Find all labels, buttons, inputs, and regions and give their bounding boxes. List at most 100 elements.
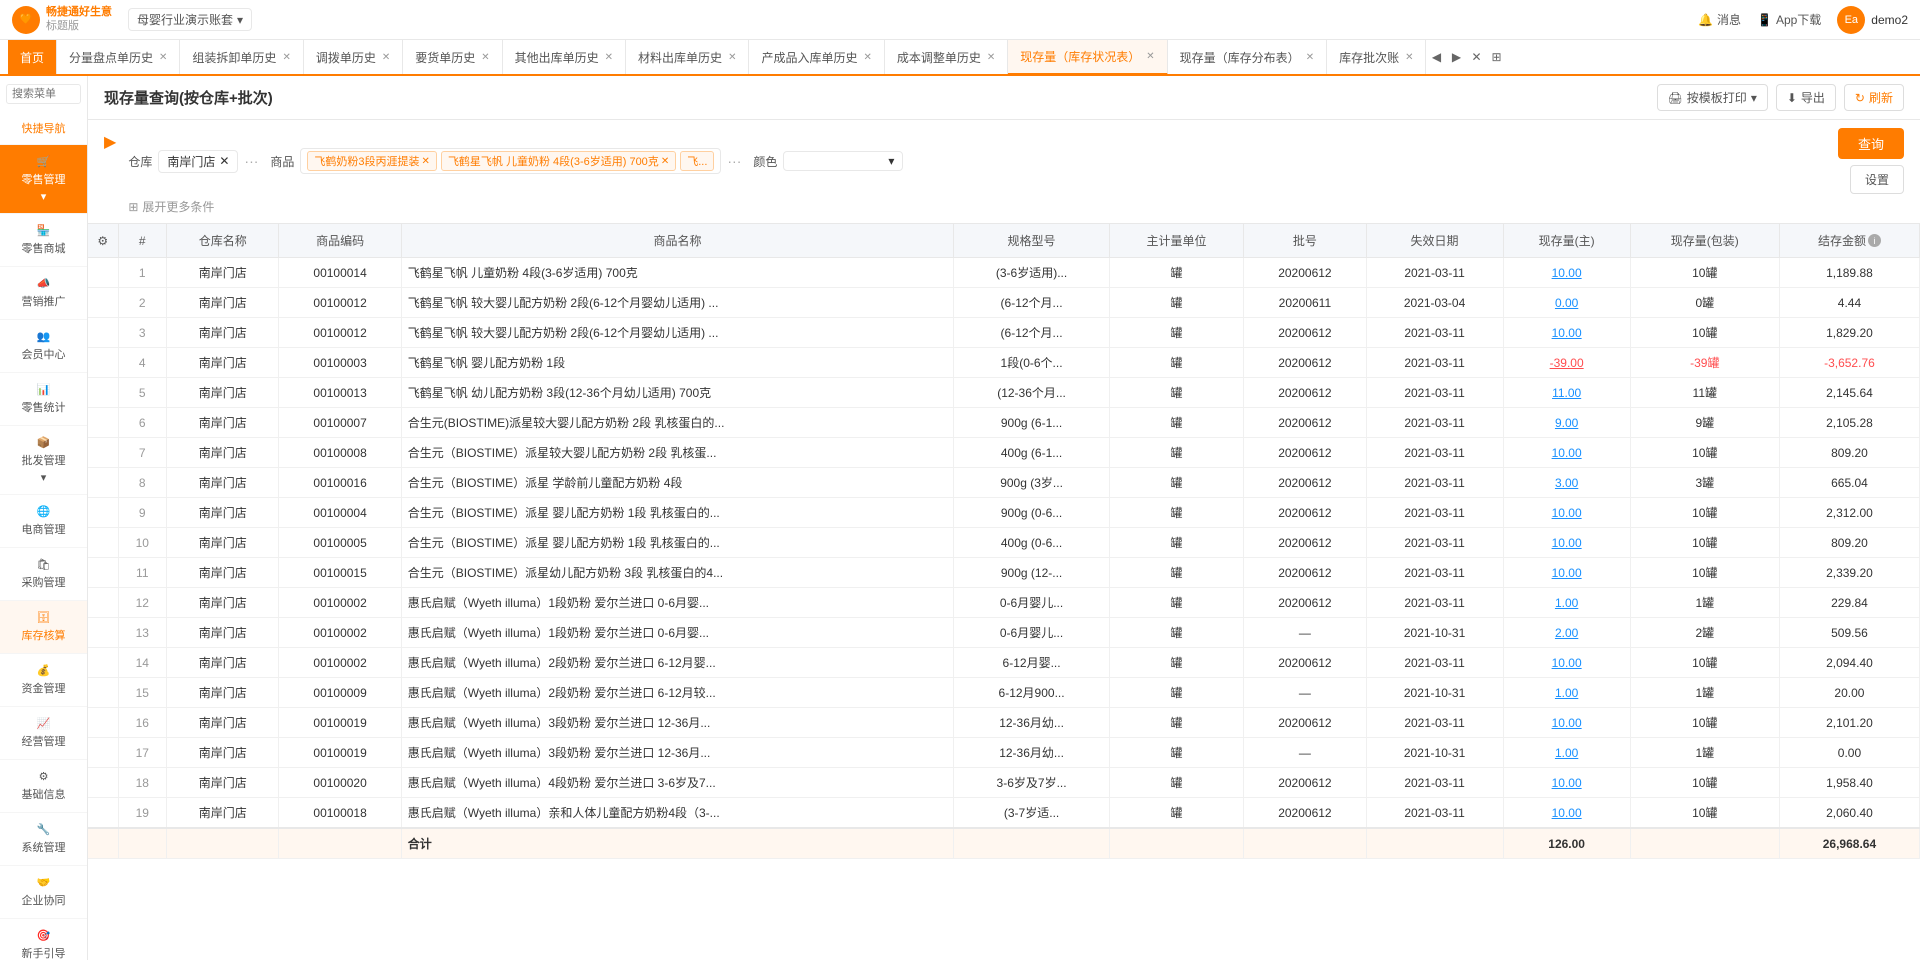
tab-6[interactable]: 材料出库单历史 ✕ — [626, 40, 749, 75]
table-row: 18 南岸门店 00100020 惠氏启赋（Wyeth illuma）4段奶粉 … — [88, 768, 1920, 798]
remove-product-tag-2[interactable]: ✕ — [661, 156, 669, 167]
expand-filter-button[interactable]: ▶ — [104, 132, 116, 152]
table-row: 12 南岸门店 00100002 惠氏启赋（Wyeth illuma）1段奶粉 … — [88, 588, 1920, 618]
member-icon: 👥 — [37, 330, 51, 343]
table-body: 1 南岸门店 00100014 飞鹤星飞帆 儿童奶粉 4段(3-6岁适用) 70… — [88, 258, 1920, 829]
finance-icon: 💰 — [37, 664, 51, 677]
chevron-icon: ▾ — [41, 190, 47, 203]
sidebar-item-member[interactable]: 👥 会员中心 — [0, 320, 87, 373]
refresh-button[interactable]: ↻ 刷新 — [1844, 84, 1904, 111]
content-area: 现存量查询(按仓库+批次) 🖨 按模板打印 ▾ ⬇ 导出 ↻ 刷新 — [88, 76, 1920, 960]
color-select[interactable]: ▾ — [783, 151, 903, 171]
product-tag-3[interactable]: 飞... — [680, 151, 714, 171]
tab-4[interactable]: 要货单历史 ✕ — [403, 40, 502, 75]
close-icon[interactable]: ✕ — [1405, 52, 1413, 63]
th-qty-pkg: 现存量(包装) — [1630, 224, 1779, 258]
user-area[interactable]: Ea demo2 — [1837, 6, 1908, 34]
filter-area: ▶ 仓库 南岸门店 ✕ ··· — [88, 120, 1920, 224]
sidebar-shortcut[interactable]: 快捷导航 — [0, 112, 87, 145]
filter-row-1: 仓库 南岸门店 ✕ ··· 商品 飞鹤奶粉 — [128, 128, 1904, 194]
sidebar-item-collab[interactable]: 🤝 企业协同 — [0, 866, 87, 919]
table-row: 11 南岸门店 00100015 合生元（BIOSTIME）派星幼儿配方奶粉 3… — [88, 558, 1920, 588]
setting-button[interactable]: 设置 — [1850, 165, 1904, 194]
top-header: 🧡 畅捷通好生意 标题版 母婴行业演示账套 ▾ 🔔 消息 📱 App下载 Ea … — [0, 0, 1920, 40]
tab-2[interactable]: 组装拆卸单历史 ✕ — [180, 40, 303, 75]
total-qty-main: 126.00 — [1503, 828, 1630, 859]
refresh-icon: ↻ — [1855, 91, 1865, 105]
sidebar-item-guide[interactable]: 🎯 新手引导 — [0, 919, 87, 960]
close-icon[interactable]: ✕ — [1306, 52, 1314, 63]
tab-8[interactable]: 成本调整单历史 ✕ — [885, 40, 1008, 75]
close-icon[interactable]: ✕ — [728, 52, 736, 63]
avatar: Ea — [1837, 6, 1865, 34]
tab-home[interactable]: 首页 — [8, 40, 57, 75]
tab-close-all[interactable]: ✕ — [1466, 40, 1486, 75]
warehouse-more-dots[interactable]: ··· — [244, 153, 258, 169]
chevron-down-icon: ▾ — [888, 154, 894, 168]
product-more-dots[interactable]: ··· — [727, 153, 741, 169]
data-table: ⚙ # 仓库名称 商品编码 商品名称 规格型号 主计量单位 批号 失效日期 现存… — [88, 224, 1920, 859]
expand-more-button[interactable]: ⊞ 展开更多条件 — [128, 194, 1904, 215]
tab-scroll-right[interactable]: ▶ — [1446, 40, 1466, 75]
industry-select[interactable]: 母婴行业演示账套 ▾ — [128, 8, 252, 31]
export-button[interactable]: ⬇ 导出 — [1776, 84, 1836, 111]
warehouse-tag[interactable]: 南岸门店 ✕ — [158, 150, 238, 173]
close-icon[interactable]: ✕ — [1146, 51, 1154, 62]
sidebar-item-basic[interactable]: ⚙ 基础信息 — [0, 760, 87, 813]
sidebar-item-system[interactable]: 🔧 系统管理 — [0, 813, 87, 866]
amount-info-icon[interactable]: i — [1868, 234, 1881, 247]
sidebar-item-business[interactable]: 📈 经营管理 — [0, 707, 87, 760]
close-icon[interactable]: ✕ — [987, 52, 995, 63]
table-row: 14 南岸门店 00100002 惠氏启赋（Wyeth illuma）2段奶粉 … — [88, 648, 1920, 678]
sidebar-item-retail-stats[interactable]: 📊 零售统计 — [0, 373, 87, 426]
tab-11[interactable]: 库存批次账 ✕ — [1327, 40, 1426, 75]
basic-icon: ⚙ — [39, 770, 49, 783]
table-wrapper: ⚙ # 仓库名称 商品编码 商品名称 规格型号 主计量单位 批号 失效日期 现存… — [88, 224, 1920, 960]
table-row: 19 南岸门店 00100018 惠氏启赋（Wyeth illuma）亲和人体儿… — [88, 798, 1920, 829]
remove-product-tag-1[interactable]: ✕ — [422, 156, 430, 167]
close-icon[interactable]: ✕ — [605, 52, 613, 63]
retail-icon: 🛒 — [37, 155, 51, 168]
close-icon[interactable]: ✕ — [481, 52, 489, 63]
tab-1[interactable]: 分量盘点单历史 ✕ — [57, 40, 180, 75]
total-row: 合计 126.00 26,968.64 — [88, 828, 1920, 859]
sidebar-search-area — [0, 76, 87, 112]
remove-warehouse-tag[interactable]: ✕ — [219, 154, 229, 168]
query-buttons: 查询 设置 — [1838, 128, 1904, 194]
msg-button[interactable]: 🔔 消息 — [1698, 11, 1741, 28]
close-icon[interactable]: ✕ — [159, 52, 167, 63]
product-tag-1[interactable]: 飞鹤奶粉3段丙涯提装 ✕ — [307, 151, 437, 171]
close-icon[interactable]: ✕ — [282, 52, 290, 63]
logo-icon: 🧡 — [12, 6, 40, 34]
close-icon[interactable]: ✕ — [863, 52, 871, 63]
th-settings[interactable]: ⚙ — [88, 224, 118, 258]
th-spec: 规格型号 — [954, 224, 1109, 258]
tab-5[interactable]: 其他出库单历史 ✕ — [503, 40, 626, 75]
sidebar-item-marketing[interactable]: 📣 营销推广 — [0, 267, 87, 320]
table-header-row: ⚙ # 仓库名称 商品编码 商品名称 规格型号 主计量单位 批号 失效日期 现存… — [88, 224, 1920, 258]
total-label: 合计 — [401, 828, 954, 859]
tab-10[interactable]: 现存量（库存分布表） ✕ — [1168, 40, 1327, 75]
th-amount: 结存金额 i — [1779, 224, 1919, 258]
app-download-button[interactable]: 📱 App下载 — [1757, 11, 1821, 28]
tab-menu[interactable]: ⊞ — [1486, 40, 1506, 75]
tab-scroll-left[interactable]: ◀ — [1426, 40, 1446, 75]
template-print-button[interactable]: 🖨 按模板打印 ▾ — [1657, 84, 1768, 111]
sidebar-item-purchase[interactable]: 🛍 采购管理 — [0, 548, 87, 601]
table-row: 3 南岸门店 00100012 飞鹤星飞帆 较大婴儿配方奶粉 2段(6-12个月… — [88, 318, 1920, 348]
table-row: 13 南岸门店 00100002 惠氏启赋（Wyeth illuma）1段奶粉 … — [88, 618, 1920, 648]
sidebar-item-wholesale[interactable]: 📦 批发管理 ▾ — [0, 426, 87, 495]
tab-9[interactable]: 现存量（库存状况表） ✕ — [1008, 40, 1167, 75]
sidebar-item-inventory[interactable]: 🗄 库存核算 — [0, 601, 87, 654]
header-right: 🔔 消息 📱 App下载 Ea demo2 — [1698, 6, 1908, 34]
tab-7[interactable]: 产成品入库单历史 ✕ — [749, 40, 884, 75]
sidebar-item-retail-mgmt[interactable]: 🛒 零售管理 ▾ — [0, 145, 87, 214]
sidebar-item-finance[interactable]: 💰 资金管理 — [0, 654, 87, 707]
close-icon[interactable]: ✕ — [382, 52, 390, 63]
product-tag-2[interactable]: 飞鹤星飞帆 儿童奶粉 4段(3-6岁适用) 700克 ✕ — [441, 151, 676, 171]
query-button[interactable]: 查询 — [1838, 128, 1904, 159]
search-input[interactable] — [6, 84, 81, 104]
tab-3[interactable]: 调拨单历史 ✕ — [304, 40, 403, 75]
sidebar-item-retail-mall[interactable]: 🏪 零售商城 — [0, 214, 87, 267]
sidebar-item-ecommerce[interactable]: 🌐 电商管理 — [0, 495, 87, 548]
